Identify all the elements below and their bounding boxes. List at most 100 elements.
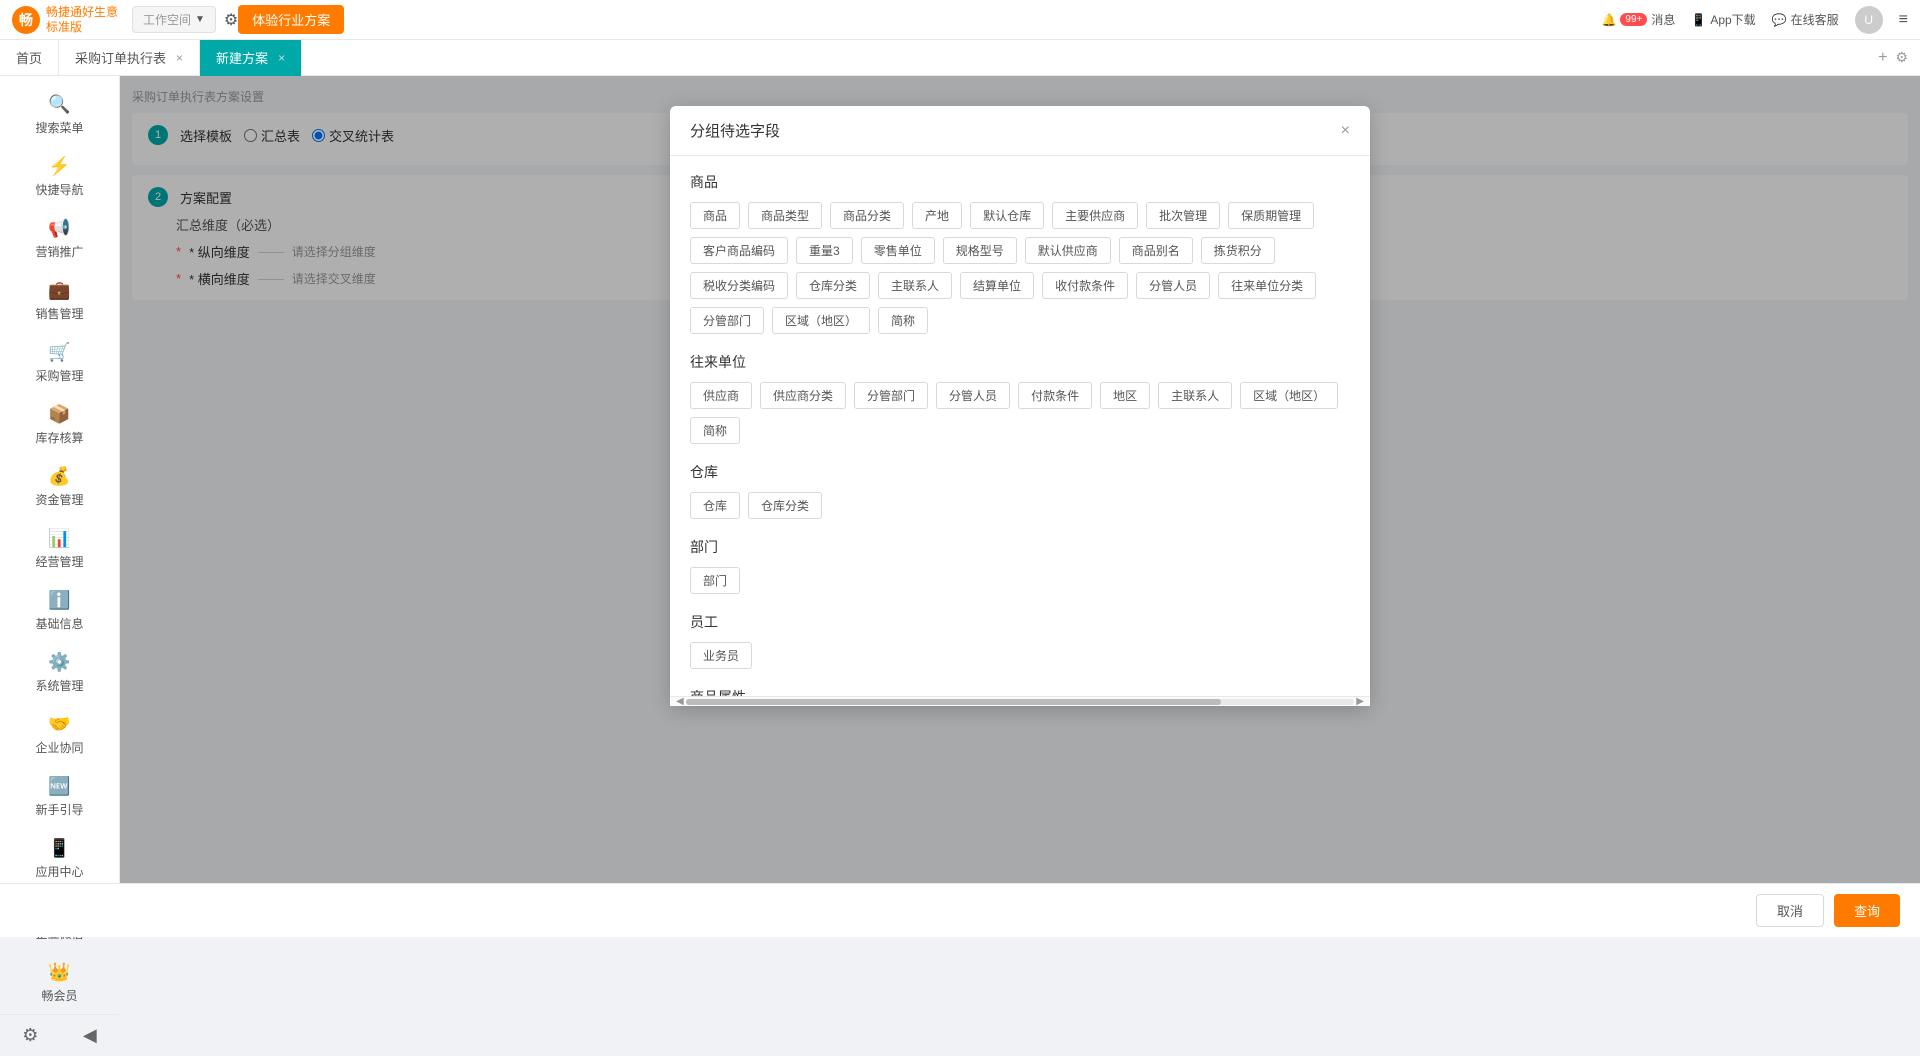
field-tag[interactable]: 商品: [690, 202, 740, 229]
field-tag[interactable]: 仓库: [690, 492, 740, 519]
field-tag[interactable]: 部门: [690, 567, 740, 594]
tab-close-purchase[interactable]: ×: [176, 51, 183, 65]
sidebar-item-system[interactable]: ⚙️ 系统管理: [0, 642, 119, 704]
field-tag[interactable]: 默认供应商: [1025, 237, 1111, 264]
field-tag[interactable]: 客户商品编码: [690, 237, 788, 264]
logo-area: 畅 畅捷通好生意 标准版: [12, 5, 132, 34]
modal-body[interactable]: 商品 商品 商品类型 商品分类 产地 默认仓库 主要供应商 批次管理 保质期管理…: [670, 156, 1370, 696]
modal-footer: 取消 查询: [0, 883, 1920, 937]
field-tag[interactable]: 批次管理: [1146, 202, 1220, 229]
modal-overlay: 分组待选字段 × 商品 商品 商品类型 商品分类 产地 默认仓库: [120, 76, 1920, 901]
section-department-tags: 部门: [690, 567, 1350, 594]
sidebar-item-inventory[interactable]: 📦 库存核算: [0, 394, 119, 456]
settings-icon[interactable]: ⚙: [224, 10, 238, 30]
field-tag[interactable]: 收付款条件: [1042, 272, 1128, 299]
tab-add-icon[interactable]: +: [1878, 49, 1887, 67]
guide-icon: 🆕: [48, 776, 70, 797]
field-tag[interactable]: 付款条件: [1018, 382, 1092, 409]
notice-btn[interactable]: 🔔 99+ 消息: [1601, 11, 1675, 28]
section-partner-tags: 供应商 供应商分类 分管部门 分管人员 付款条件 地区 主联系人 区域（地区） …: [690, 382, 1350, 444]
confirm-button[interactable]: 查询: [1834, 894, 1900, 927]
section-product: 商品 商品 商品类型 商品分类 产地 默认仓库 主要供应商 批次管理 保质期管理…: [690, 172, 1350, 334]
section-department: 部门 部门: [690, 537, 1350, 594]
field-tag[interactable]: 默认仓库: [970, 202, 1044, 229]
section-warehouse-title: 仓库: [690, 462, 1350, 482]
sidebar-item-app-center[interactable]: 📱 应用中心: [0, 828, 119, 890]
cancel-button[interactable]: 取消: [1756, 894, 1824, 927]
field-tag[interactable]: 分管人员: [1136, 272, 1210, 299]
sidebar-item-cooperation[interactable]: 🤝 企业协同: [0, 704, 119, 766]
tab-settings-icon[interactable]: ⚙: [1895, 49, 1908, 66]
field-tag[interactable]: 地区: [1100, 382, 1150, 409]
sidebar-item-quick-nav[interactable]: ⚡ 快捷导航: [0, 146, 119, 208]
field-tag[interactable]: 区域（地区）: [1240, 382, 1338, 409]
sidebar-collapse-btn[interactable]: ◀: [83, 1025, 97, 1046]
field-tag[interactable]: 业务员: [690, 642, 752, 669]
sidebar-item-finance[interactable]: 💰 资金管理: [0, 456, 119, 518]
workspace-dropdown[interactable]: 工作空间 ▼: [132, 6, 216, 33]
scroll-right-btn[interactable]: ▶: [1354, 696, 1366, 707]
avatar[interactable]: U: [1855, 6, 1883, 34]
field-tag[interactable]: 分管部门: [854, 382, 928, 409]
tab-close-new-plan[interactable]: ×: [278, 51, 285, 65]
field-tag[interactable]: 供应商分类: [760, 382, 846, 409]
field-tag[interactable]: 结算单位: [960, 272, 1034, 299]
field-tag[interactable]: 税收分类编码: [690, 272, 788, 299]
field-tag[interactable]: 往来单位分类: [1218, 272, 1316, 299]
field-tag[interactable]: 供应商: [690, 382, 752, 409]
purchase-icon: 🛒: [48, 342, 70, 363]
scroll-left-btn[interactable]: ◀: [674, 696, 686, 707]
tab-home[interactable]: 首页: [0, 40, 59, 76]
field-tag[interactable]: 商品类型: [748, 202, 822, 229]
modal-close-btn[interactable]: ×: [1341, 123, 1350, 139]
section-department-title: 部门: [690, 537, 1350, 557]
sidebar-item-guide[interactable]: 🆕 新手引导: [0, 766, 119, 828]
app-download-btn[interactable]: 📱 App下载: [1691, 11, 1755, 28]
field-tag[interactable]: 产地: [912, 202, 962, 229]
section-warehouse: 仓库 仓库 仓库分类: [690, 462, 1350, 519]
field-tag[interactable]: 仓库分类: [796, 272, 870, 299]
sidebar-item-marketing[interactable]: 📢 营销推广: [0, 208, 119, 270]
field-tag[interactable]: 简称: [878, 307, 928, 334]
field-tag[interactable]: 仓库分类: [748, 492, 822, 519]
sidebar: 🔍 搜索菜单 ⚡ 快捷导航 📢 营销推广 💼 销售管理 🛒 采购管理 📦 库存核…: [0, 76, 120, 901]
sidebar-item-operation[interactable]: 📊 经营管理: [0, 518, 119, 580]
section-employee-tags: 业务员: [690, 642, 1350, 669]
basic-icon: ℹ️: [48, 590, 70, 611]
sidebar-item-sales[interactable]: 💼 销售管理: [0, 270, 119, 332]
field-tag[interactable]: 商品别名: [1119, 237, 1193, 264]
tab-purchase-order[interactable]: 采购订单执行表 ×: [59, 40, 200, 76]
sidebar-settings-btn[interactable]: ⚙: [22, 1025, 38, 1046]
more-btn[interactable]: ≡: [1899, 11, 1908, 29]
sidebar-item-purchase[interactable]: 🛒 采购管理: [0, 332, 119, 394]
modal-horizontal-scrollbar[interactable]: ◀ ▶: [670, 696, 1370, 706]
sidebar-item-member[interactable]: 👑 畅会员: [0, 952, 119, 1014]
field-tag[interactable]: 重量3: [796, 237, 853, 264]
field-tag[interactable]: 主联系人: [1158, 382, 1232, 409]
field-tag[interactable]: 简称: [690, 417, 740, 444]
section-product-title: 商品: [690, 172, 1350, 192]
field-tag[interactable]: 区域（地区）: [772, 307, 870, 334]
field-tag[interactable]: 零售单位: [861, 237, 935, 264]
field-tag[interactable]: 分管部门: [690, 307, 764, 334]
field-tag[interactable]: 保质期管理: [1228, 202, 1314, 229]
online-service-btn[interactable]: 💬 在线客服: [1772, 11, 1839, 28]
experience-btn[interactable]: 体验行业方案: [238, 5, 344, 34]
content-area: 采购订单执行表方案设置 1 选择模板 汇总表 交: [120, 76, 1920, 901]
scrollbar-thumb[interactable]: [686, 699, 1221, 705]
field-tag[interactable]: 规格型号: [943, 237, 1017, 264]
field-tag[interactable]: 分管人员: [936, 382, 1010, 409]
inventory-icon: 📦: [48, 404, 70, 425]
sidebar-item-basic[interactable]: ℹ️ 基础信息: [0, 580, 119, 642]
header-right: 🔔 99+ 消息 📱 App下载 💬 在线客服 U ≡: [1601, 6, 1908, 34]
field-tag[interactable]: 拣货积分: [1201, 237, 1275, 264]
tab-new-plan[interactable]: 新建方案 ×: [200, 40, 302, 76]
field-tag[interactable]: 商品分类: [830, 202, 904, 229]
section-employee: 员工 业务员: [690, 612, 1350, 669]
field-tag[interactable]: 主联系人: [878, 272, 952, 299]
modal-title: 分组待选字段: [690, 120, 780, 141]
sidebar-item-search[interactable]: 🔍 搜索菜单: [0, 84, 119, 146]
member-icon: 👑: [48, 962, 70, 983]
scrollbar-track[interactable]: [686, 699, 1355, 705]
field-tag[interactable]: 主要供应商: [1052, 202, 1138, 229]
